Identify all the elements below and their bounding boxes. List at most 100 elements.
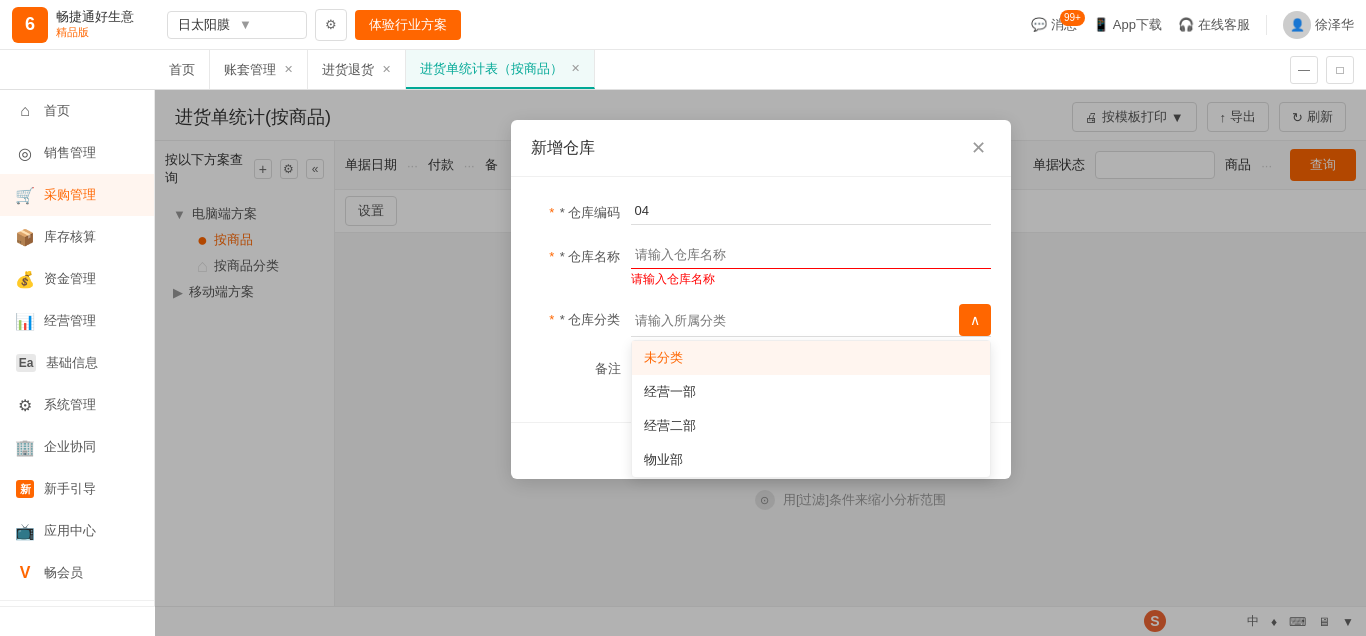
dropdown-item-1[interactable]: 经营一部 — [632, 375, 990, 409]
code-required-star: * — [549, 205, 554, 220]
category-toggle-btn[interactable]: ∧ — [959, 304, 991, 336]
sidebar: ⌂ 首页 ◎ 销售管理 🛒 采购管理 📦 库存核算 💰 资金管理 📊 经营管理 … — [0, 90, 155, 636]
name-error-text: 请输入仓库名称 — [631, 271, 991, 288]
notifications-item[interactable]: 💬 消息 99+ — [1031, 16, 1077, 34]
logo-icon: 6 — [12, 7, 48, 43]
tab-purchase-stats-label: 进货单统计表（按商品） — [420, 60, 563, 78]
category-input-wrap: ∧ 未分类 经营一部 经营二部 物业部 — [631, 304, 991, 337]
operation-icon: 📊 — [16, 312, 34, 330]
tab-bar-actions: — □ — [1290, 56, 1366, 84]
dropdown-item-0[interactable]: 未分类 — [632, 341, 990, 375]
logo-area: 6 畅捷通好生意 精品版 — [12, 7, 167, 43]
sidebar-item-sales[interactable]: ◎ 销售管理 — [0, 132, 154, 174]
modal-header: 新增仓库 ✕ — [511, 120, 1011, 177]
tab-home[interactable]: 首页 — [155, 50, 210, 89]
apps-icon: 📺 — [16, 522, 34, 540]
header-right: 💬 消息 99+ 📱 App下载 🎧 在线客服 👤 徐泽华 — [1031, 11, 1354, 39]
settings-icon[interactable]: ⚙ — [315, 9, 347, 41]
sidebar-label-finance: 资金管理 — [44, 270, 96, 288]
user-item[interactable]: 👤 徐泽华 — [1283, 11, 1354, 39]
code-input[interactable] — [631, 197, 991, 225]
sidebar-item-finance[interactable]: 💰 资金管理 — [0, 258, 154, 300]
finance-icon: 💰 — [16, 270, 34, 288]
code-label: * * 仓库编码 — [531, 197, 621, 222]
form-row-code: * * 仓库编码 — [531, 197, 991, 225]
enterprise-icon: 🏢 — [16, 438, 34, 456]
message-icon: 💬 — [1031, 17, 1047, 32]
sidebar-item-guide[interactable]: 新 新手引导 — [0, 468, 154, 510]
sidebar-label-home: 首页 — [44, 102, 70, 120]
inventory-icon: 📦 — [16, 228, 34, 246]
logo-text: 畅捷通好生意 — [56, 9, 134, 26]
sidebar-item-apps[interactable]: 📺 应用中心 — [0, 510, 154, 552]
tab-account-label: 账套管理 — [224, 61, 276, 79]
online-service-item[interactable]: 🎧 在线客服 — [1178, 16, 1250, 34]
tab-home-label: 首页 — [169, 61, 195, 79]
sidebar-item-basic[interactable]: Ea 基础信息 — [0, 342, 154, 384]
tab-bar: 首页 账套管理 ✕ 进货退货 ✕ 进货单统计表（按商品） ✕ — □ — [0, 50, 1366, 90]
tab-purchase-stats-close[interactable]: ✕ — [571, 62, 580, 75]
main-layout: ⌂ 首页 ◎ 销售管理 🛒 采购管理 📦 库存核算 💰 资金管理 📊 经营管理 … — [0, 90, 1366, 636]
logo-sub: 精品版 — [56, 25, 134, 40]
modal-dialog: 新增仓库 ✕ * * 仓库编码 — [511, 120, 1011, 479]
mobile-icon: 📱 — [1093, 17, 1109, 32]
vip-icon: V — [16, 564, 34, 582]
top-header: 6 畅捷通好生意 精品版 日太阳膜 ▼ ⚙ 体验行业方案 💬 消息 99+ 📱 … — [0, 0, 1366, 50]
form-row-category: * * 仓库分类 ∧ 未分类 经营一部 经营二部 — [531, 304, 991, 337]
sidebar-label-sales: 销售管理 — [44, 144, 96, 162]
sidebar-label-inventory: 库存核算 — [44, 228, 96, 246]
app-download-item[interactable]: 📱 App下载 — [1093, 16, 1162, 34]
sidebar-label-purchase: 采购管理 — [44, 186, 96, 204]
category-input-row: ∧ — [631, 304, 991, 337]
header-divider — [1266, 15, 1267, 35]
store-name: 日太阳膜 — [178, 16, 235, 34]
user-avatar: 👤 — [1283, 11, 1311, 39]
sidebar-label-vip: 畅会员 — [44, 564, 83, 582]
note-label: 备注 — [531, 353, 621, 378]
tab-purchase-return[interactable]: 进货退货 ✕ — [308, 50, 406, 89]
app-download-label: App下载 — [1113, 16, 1162, 34]
store-dropdown-arrow: ▼ — [239, 17, 296, 32]
sidebar-label-enterprise: 企业协同 — [44, 438, 96, 456]
headset-icon: 🎧 — [1178, 17, 1194, 32]
sidebar-label-operation: 经营管理 — [44, 312, 96, 330]
window-maximize-btn[interactable]: □ — [1326, 56, 1354, 84]
sidebar-item-home[interactable]: ⌂ 首页 — [0, 90, 154, 132]
purchase-icon: 🛒 — [16, 186, 34, 204]
store-selector[interactable]: 日太阳膜 ▼ — [167, 11, 307, 39]
user-name: 徐泽华 — [1315, 16, 1354, 34]
modal-body: * * 仓库编码 * * 仓库名称 — [511, 177, 1011, 422]
sidebar-item-vip[interactable]: V 畅会员 — [0, 552, 154, 594]
tab-account[interactable]: 账套管理 ✕ — [210, 50, 308, 89]
sidebar-label-apps: 应用中心 — [44, 522, 96, 540]
window-minimize-btn[interactable]: — — [1290, 56, 1318, 84]
sidebar-label-guide: 新手引导 — [44, 480, 96, 498]
system-icon: ⚙ — [16, 396, 34, 414]
home-icon: ⌂ — [16, 102, 34, 120]
content-area: 进货单统计(按商品) 🖨 按模板打印 ▼ ↑ 导出 ↻ 刷新 — [155, 90, 1366, 636]
sidebar-item-purchase[interactable]: 🛒 采购管理 — [0, 174, 154, 216]
name-input[interactable] — [631, 241, 991, 269]
category-label: * * 仓库分类 — [531, 304, 621, 329]
online-service-label: 在线客服 — [1198, 16, 1250, 34]
tab-account-close[interactable]: ✕ — [284, 63, 293, 76]
category-input[interactable] — [631, 307, 959, 334]
header-middle: 日太阳膜 ▼ ⚙ 体验行业方案 — [167, 9, 1031, 41]
modal-title: 新增仓库 — [531, 138, 595, 159]
modal-overlay[interactable]: 新增仓库 ✕ * * 仓库编码 — [155, 90, 1366, 636]
trial-button[interactable]: 体验行业方案 — [355, 10, 461, 40]
sidebar-item-operation[interactable]: 📊 经营管理 — [0, 300, 154, 342]
form-row-name: * * 仓库名称 请输入仓库名称 — [531, 241, 991, 288]
tab-purchase-return-close[interactable]: ✕ — [382, 63, 391, 76]
sales-icon: ◎ — [16, 144, 34, 162]
sidebar-item-system[interactable]: ⚙ 系统管理 — [0, 384, 154, 426]
dropdown-item-2[interactable]: 经营二部 — [632, 409, 990, 443]
sidebar-item-enterprise[interactable]: 🏢 企业协同 — [0, 426, 154, 468]
code-input-wrap — [631, 197, 991, 225]
tab-purchase-stats[interactable]: 进货单统计表（按商品） ✕ — [406, 50, 595, 89]
modal-close-button[interactable]: ✕ — [967, 136, 991, 160]
dropdown-item-3[interactable]: 物业部 — [632, 443, 990, 477]
name-label: * * 仓库名称 — [531, 241, 621, 266]
sidebar-item-inventory[interactable]: 📦 库存核算 — [0, 216, 154, 258]
guide-icon: 新 — [16, 480, 34, 498]
